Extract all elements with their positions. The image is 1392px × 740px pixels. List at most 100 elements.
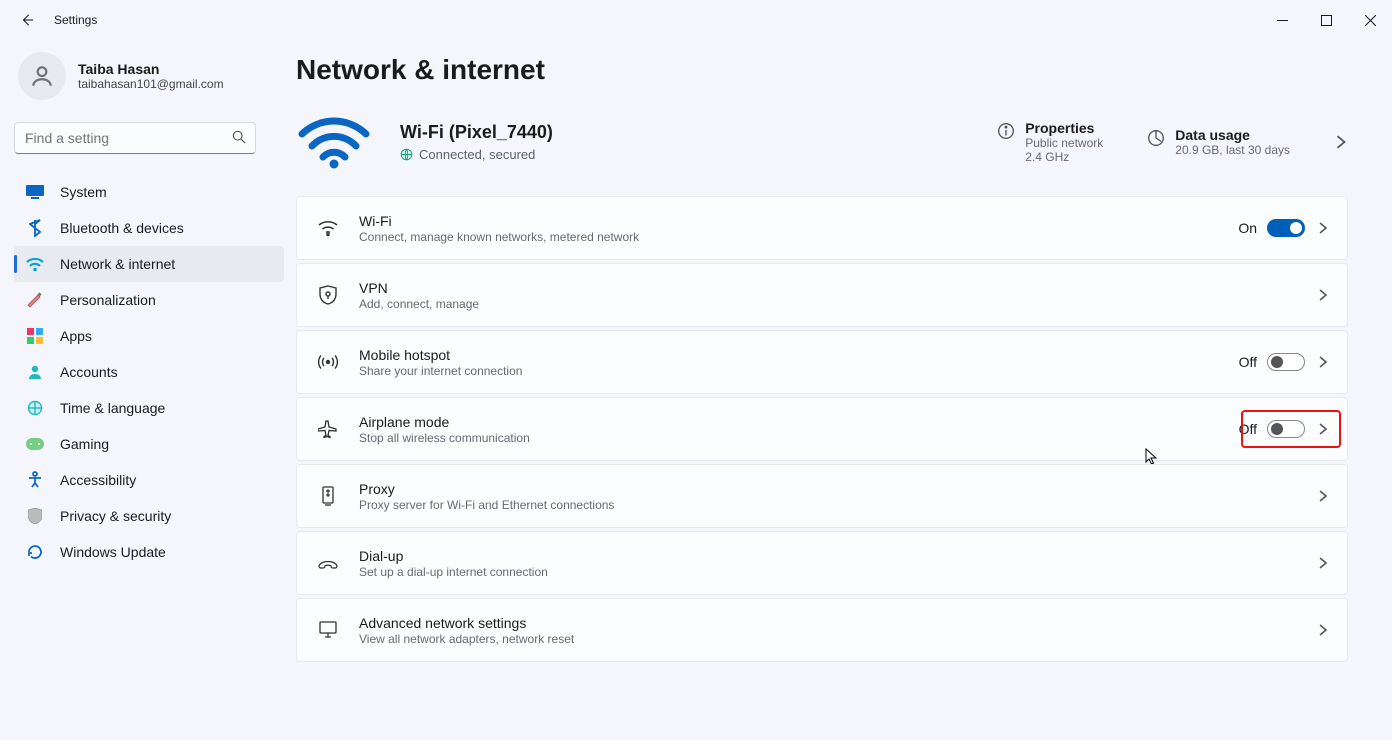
user-email: taibahasan101@gmail.com (78, 77, 224, 91)
nav-item-apps[interactable]: Apps (14, 318, 284, 354)
back-button[interactable] (14, 7, 40, 33)
search-input[interactable] (14, 122, 256, 154)
chevron-right-icon[interactable] (1317, 624, 1329, 636)
advanced-icon (317, 619, 339, 641)
wifi-toggle[interactable] (1267, 219, 1305, 237)
ssid-title: Wi-Fi (Pixel_7440) (400, 122, 553, 143)
avatar (18, 52, 66, 100)
row-subtitle: View all network adapters, network reset (359, 632, 574, 646)
usage-title: Data usage (1175, 127, 1290, 143)
row-airplane[interactable]: Airplane modeStop all wireless communica… (296, 397, 1348, 461)
hotspot-icon (317, 351, 339, 373)
nav-item-personalization[interactable]: Personalization (14, 282, 284, 318)
accessibility-icon (26, 471, 44, 489)
apps-icon (26, 327, 44, 345)
properties-line1: Public network (1025, 136, 1103, 150)
nav-label: Accessibility (60, 472, 136, 488)
airplane-toggle[interactable] (1267, 420, 1305, 438)
search-icon (232, 130, 246, 144)
update-icon (26, 543, 44, 561)
usage-icon (1147, 129, 1165, 147)
toggle-label: On (1238, 220, 1257, 236)
row-proxy[interactable]: ProxyProxy server for Wi-Fi and Ethernet… (296, 464, 1348, 528)
nav-label: Apps (60, 328, 92, 344)
nav-item-time[interactable]: Time & language (14, 390, 284, 426)
time-icon (26, 399, 44, 417)
globe-icon (400, 148, 413, 161)
nav-item-accessibility[interactable]: Accessibility (14, 462, 284, 498)
wifi-large-icon (296, 114, 372, 170)
chevron-right-icon[interactable] (1317, 289, 1329, 301)
row-title: Airplane mode (359, 414, 530, 430)
nav-item-gaming[interactable]: Gaming (14, 426, 284, 462)
nav-label: Time & language (60, 400, 165, 416)
search-container (14, 122, 256, 154)
chevron-right-icon[interactable] (1317, 557, 1329, 569)
system-icon (26, 183, 44, 201)
personalization-icon (26, 291, 44, 309)
ssid-status: Connected, secured (419, 147, 535, 162)
data-usage-tile[interactable]: Data usage 20.9 GB, last 30 days (1147, 127, 1290, 157)
chevron-right-icon[interactable] (1317, 490, 1329, 502)
properties-title: Properties (1025, 120, 1103, 136)
toggle-label: Off (1239, 354, 1257, 370)
main-content: Network & internet Wi-Fi (Pixel_7440) Co… (284, 40, 1392, 665)
close-button[interactable] (1348, 4, 1392, 36)
app-title: Settings (54, 13, 97, 27)
nav-item-privacy[interactable]: Privacy & security (14, 498, 284, 534)
sidebar: Taiba Hasan taibahasan101@gmail.com Syst… (0, 40, 284, 665)
nav-label: Network & internet (60, 256, 175, 272)
nav-item-system[interactable]: System (14, 174, 284, 210)
nav-label: Windows Update (60, 544, 166, 560)
row-vpn[interactable]: VPNAdd, connect, manage (296, 263, 1348, 327)
nav-label: Accounts (60, 364, 118, 380)
chevron-right-icon[interactable] (1317, 356, 1329, 368)
minimize-button[interactable] (1260, 4, 1304, 36)
connection-hero: Wi-Fi (Pixel_7440) Connected, secured Pr… (296, 106, 1348, 196)
nav-item-accounts[interactable]: Accounts (14, 354, 284, 390)
nav-label: Gaming (60, 436, 109, 452)
row-subtitle: Stop all wireless communication (359, 431, 530, 445)
row-dialup[interactable]: Dial-upSet up a dial-up internet connect… (296, 531, 1348, 595)
accounts-icon (26, 363, 44, 381)
privacy-icon (26, 507, 44, 525)
row-hotspot[interactable]: Mobile hotspotShare your internet connec… (296, 330, 1348, 394)
airplane-icon (317, 418, 339, 440)
chevron-right-icon[interactable] (1317, 423, 1329, 435)
usage-line1: 20.9 GB, last 30 days (1175, 143, 1290, 157)
gaming-icon (26, 435, 44, 453)
hotspot-toggle[interactable] (1267, 353, 1305, 371)
maximize-button[interactable] (1304, 4, 1348, 36)
nav-label: Privacy & security (60, 508, 171, 524)
toggle-label: Off (1239, 421, 1257, 437)
user-name: Taiba Hasan (78, 61, 224, 78)
row-title: VPN (359, 280, 479, 296)
row-subtitle: Connect, manage known networks, metered … (359, 230, 639, 244)
bluetooth-icon (26, 219, 44, 237)
row-subtitle: Proxy server for Wi-Fi and Ethernet conn… (359, 498, 614, 512)
nav-item-bluetooth[interactable]: Bluetooth & devices (14, 210, 284, 246)
wifi-icon (317, 217, 339, 239)
nav-item-update[interactable]: Windows Update (14, 534, 284, 570)
properties-line2: 2.4 GHz (1025, 150, 1103, 164)
chevron-right-icon[interactable] (1334, 135, 1348, 149)
row-title: Dial-up (359, 548, 548, 564)
nav-item-network[interactable]: Network & internet (14, 246, 284, 282)
page-title: Network & internet (296, 54, 1348, 86)
properties-tile[interactable]: Properties Public network 2.4 GHz (997, 120, 1103, 164)
row-subtitle: Add, connect, manage (359, 297, 479, 311)
row-subtitle: Share your internet connection (359, 364, 522, 378)
dialup-icon (317, 552, 339, 574)
nav-label: Personalization (60, 292, 156, 308)
nav-label: Bluetooth & devices (60, 220, 184, 236)
vpn-icon (317, 284, 339, 306)
row-title: Mobile hotspot (359, 347, 522, 363)
row-advanced[interactable]: Advanced network settingsView all networ… (296, 598, 1348, 662)
row-subtitle: Set up a dial-up internet connection (359, 565, 548, 579)
proxy-icon (317, 485, 339, 507)
titlebar: Settings (0, 0, 1392, 40)
chevron-right-icon[interactable] (1317, 222, 1329, 234)
row-wifi[interactable]: Wi-FiConnect, manage known networks, met… (296, 196, 1348, 260)
user-profile[interactable]: Taiba Hasan taibahasan101@gmail.com (14, 40, 284, 118)
row-title: Wi-Fi (359, 213, 639, 229)
